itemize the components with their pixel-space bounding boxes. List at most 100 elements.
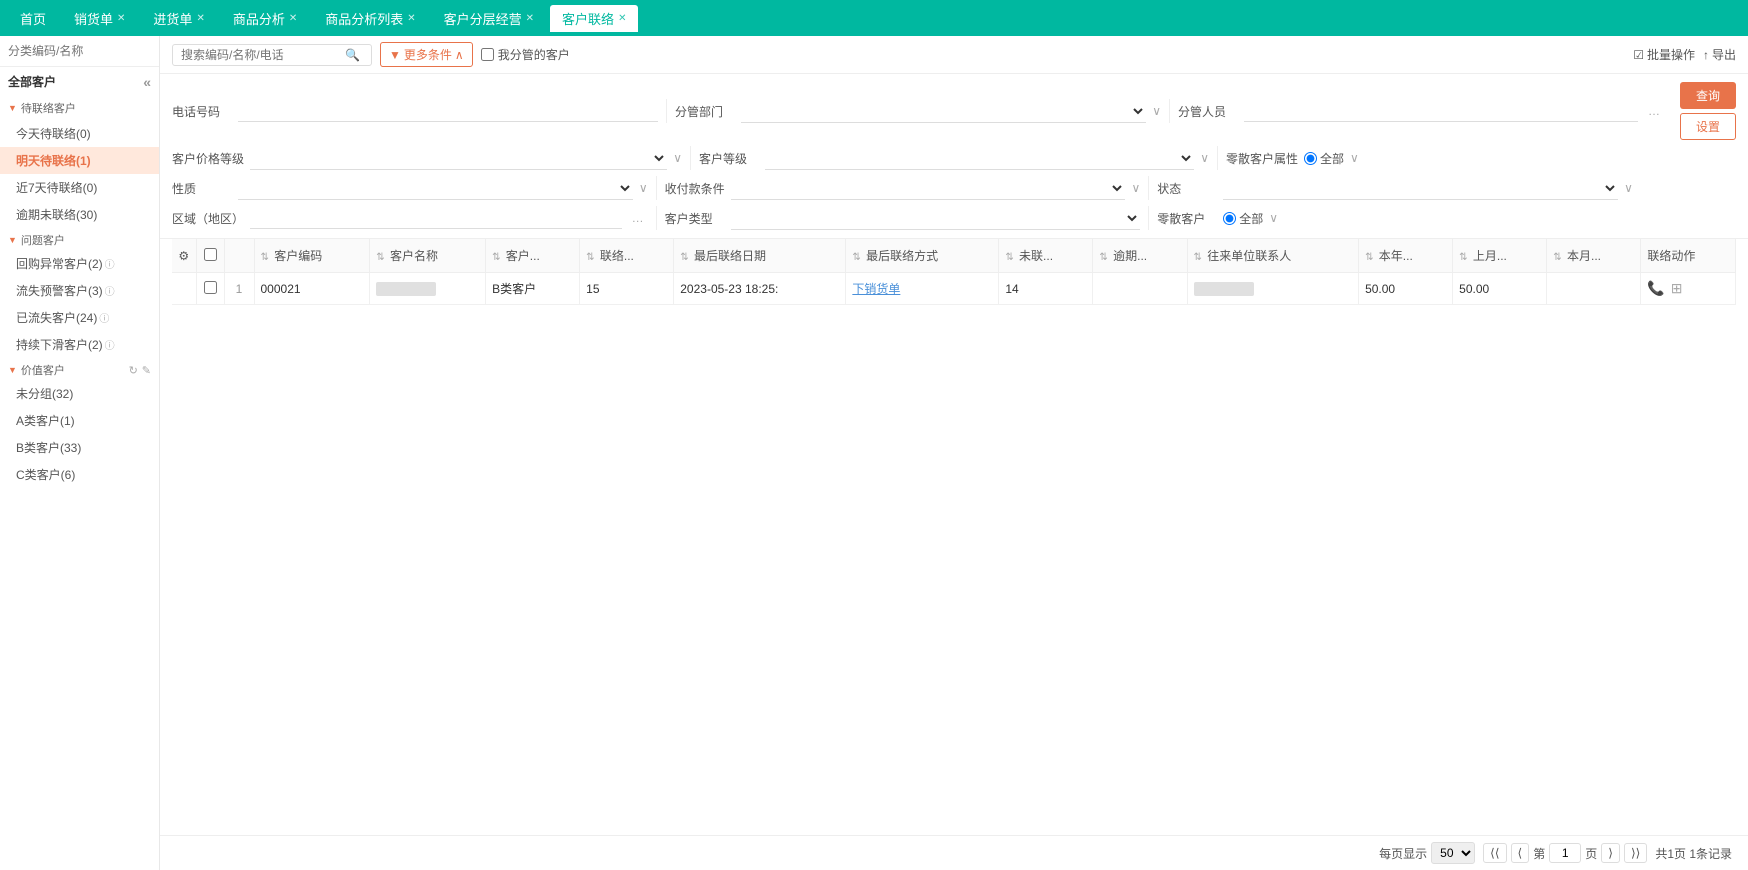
info-icon-2: ⓘ: [105, 283, 115, 298]
my-customers-checkbox[interactable]: [481, 48, 494, 61]
settings-button[interactable]: 设置: [1680, 113, 1736, 140]
footer-pagination: 每页显示 50 ⟨⟨ ⟨ 第 页 ⟩ ⟩⟩ 共1页 1条记录: [160, 835, 1748, 870]
customer-grade-select[interactable]: [765, 147, 1194, 170]
gear-icon[interactable]: ⚙: [178, 249, 189, 263]
person-input[interactable]: [1244, 101, 1638, 122]
sidebar-item-today-contact[interactable]: 今天待联络(0): [0, 120, 159, 147]
contact-method-link[interactable]: 下销货单: [852, 282, 900, 296]
status-chevron-icon: ∨: [1624, 181, 1633, 195]
nav-tab-customer-tier[interactable]: 客户分层经营 ✕: [432, 5, 546, 32]
phone-action-icon[interactable]: 📞: [1647, 280, 1664, 297]
customer-grade-chevron-icon: ∨: [1200, 151, 1209, 165]
region-more-icon[interactable]: …: [628, 211, 648, 225]
nav-tab-customer-contact[interactable]: 客户联络 ✕: [550, 5, 638, 32]
prev-page-btn[interactable]: ⟨: [1511, 843, 1530, 863]
sidebar-item-churned[interactable]: 已流失客户(24)ⓘ: [0, 304, 159, 331]
sidebar-group-problem[interactable]: ▼ 问题客户: [0, 228, 159, 250]
dept-select[interactable]: [741, 100, 1146, 123]
more-conditions-btn[interactable]: ▼ 更多条件 ∧: [380, 42, 473, 67]
region-input[interactable]: [250, 208, 622, 229]
row-unit-contact: [1187, 273, 1359, 305]
sidebar-search-input[interactable]: [8, 44, 160, 58]
filter-status: 状态 ∨: [1157, 177, 1633, 200]
sidebar-search-wrap: 🔍: [0, 36, 159, 67]
main-search-input[interactable]: [181, 48, 341, 62]
sidebar-item-class-c[interactable]: C类客户(6): [0, 461, 159, 488]
page-size-wrap: 每页显示 50: [1379, 842, 1475, 864]
sidebar-item-7days-contact[interactable]: 近7天待联络(0): [0, 174, 159, 201]
next-page-btn[interactable]: ⟩: [1601, 843, 1620, 863]
nav-tab-sales-order[interactable]: 销货单 ✕: [62, 5, 137, 32]
main-search-icon[interactable]: 🔍: [345, 48, 360, 62]
table-header: ⚙ 客户编码 客户名称 客户...: [172, 239, 1736, 273]
col-contact-action: 联络动作: [1641, 239, 1736, 273]
sidebar-collapse-icon[interactable]: «: [143, 74, 151, 90]
grid-action-icon[interactable]: ⊞: [1671, 280, 1683, 297]
batch-op-btn[interactable]: ☑ 批量操作: [1633, 46, 1695, 63]
all-customers-title[interactable]: 全部客户 «: [0, 67, 159, 96]
last-page-btn[interactable]: ⟩⟩: [1624, 843, 1647, 863]
nav-tab-purchase-order[interactable]: 进货单 ✕: [141, 5, 216, 32]
col-num: [224, 239, 254, 273]
row-gear: [172, 273, 196, 305]
first-page-btn[interactable]: ⟨⟨: [1483, 843, 1506, 863]
close-product-analysis-list-icon[interactable]: ✕: [407, 13, 415, 24]
checkbox-icon: ☑: [1633, 48, 1644, 62]
row-select-checkbox[interactable]: [204, 281, 217, 294]
row-customer-code: 000021: [254, 273, 370, 305]
sidebar-item-class-a[interactable]: A类客户(1): [0, 407, 159, 434]
col-last-contact-date: 最后联络日期: [674, 239, 846, 273]
nav-tab-product-analysis[interactable]: 商品分析 ✕: [221, 5, 309, 32]
person-more-icon[interactable]: …: [1644, 104, 1664, 118]
close-purchase-order-icon[interactable]: ✕: [196, 13, 204, 24]
export-btn[interactable]: ↑ 导出: [1703, 46, 1736, 63]
col-last-month: 上月...: [1453, 239, 1547, 273]
retail-customer-all[interactable]: 全部: [1223, 210, 1263, 227]
sidebar-item-repurchase-abnormal[interactable]: 回购异常客户(2)ⓘ: [0, 250, 159, 277]
table-area: ⚙ 客户编码 客户名称 客户...: [160, 239, 1748, 835]
page-size-select[interactable]: 50: [1431, 842, 1475, 864]
filter-person: 分管人员 …: [1178, 101, 1664, 122]
col-overdue: 逾期...: [1093, 239, 1187, 273]
sidebar-item-overdue-contact[interactable]: 逾期未联络(30): [0, 201, 159, 228]
top-navigation: 首页 销货单 ✕ 进货单 ✕ 商品分析 ✕ 商品分析列表 ✕ 客户分层经营 ✕ …: [0, 0, 1748, 36]
query-button[interactable]: 查询: [1680, 82, 1736, 109]
payment-select[interactable]: [731, 177, 1126, 200]
info-icon-1: ⓘ: [105, 256, 115, 271]
payment-chevron-icon: ∨: [1131, 181, 1140, 195]
page-number-input[interactable]: [1549, 843, 1581, 863]
table-body: 1 000021 B类客户 15 2023-05-23 18:25: 下销货单 …: [172, 273, 1736, 305]
close-customer-tier-icon[interactable]: ✕: [526, 13, 534, 24]
status-select[interactable]: [1223, 177, 1618, 200]
nav-home[interactable]: 首页: [8, 5, 58, 32]
row-customer-name: [370, 273, 486, 305]
col-this-year: 本年...: [1359, 239, 1453, 273]
unit-contact-blurred: [1194, 282, 1254, 296]
close-customer-contact-icon[interactable]: ✕: [618, 13, 626, 24]
col-unit-contact: 往来单位联系人: [1187, 239, 1359, 273]
select-all-checkbox[interactable]: [204, 248, 217, 261]
filter-row-2: 客户价格等级 ∨ 客户等级 ∨ 零散客户属性 全部: [172, 146, 1736, 170]
triangle-icon-value: ▼: [8, 365, 17, 375]
sidebar-item-class-b[interactable]: B类客户(33): [0, 434, 159, 461]
customer-table: ⚙ 客户编码 客户名称 客户...: [172, 239, 1736, 305]
sidebar-item-tomorrow-contact[interactable]: 明天待联络(1): [0, 147, 159, 174]
sidebar-item-ungrouped[interactable]: 未分组(32): [0, 380, 159, 407]
phone-input[interactable]: [238, 101, 658, 122]
sidebar-group-pending-contact[interactable]: ▼ 待联络客户: [0, 96, 159, 120]
price-grade-select[interactable]: [250, 147, 667, 170]
value-edit-icon[interactable]: ✎: [142, 364, 151, 377]
sidebar-item-churn-warning[interactable]: 流失预警客户(3)ⓘ: [0, 277, 159, 304]
close-product-analysis-icon[interactable]: ✕: [289, 13, 297, 24]
filter-customer-grade: 客户等级 ∨: [699, 147, 1209, 170]
close-sales-order-icon[interactable]: ✕: [117, 13, 125, 24]
value-refresh-icon[interactable]: ↻: [129, 364, 138, 377]
dept-chevron-icon: ∨: [1152, 104, 1161, 118]
retail-attr-all[interactable]: 全部: [1304, 150, 1344, 167]
nav-tab-product-analysis-list[interactable]: 商品分析列表 ✕: [313, 5, 427, 32]
customer-type-select[interactable]: [731, 207, 1141, 230]
nature-select[interactable]: [238, 177, 633, 200]
sidebar-item-declining[interactable]: 持续下滑客户(2)ⓘ: [0, 331, 159, 358]
filter-nature: 性质 ∨: [172, 177, 648, 200]
sidebar-group-value[interactable]: ▼ 价值客户 ↻ ✎: [0, 358, 159, 380]
